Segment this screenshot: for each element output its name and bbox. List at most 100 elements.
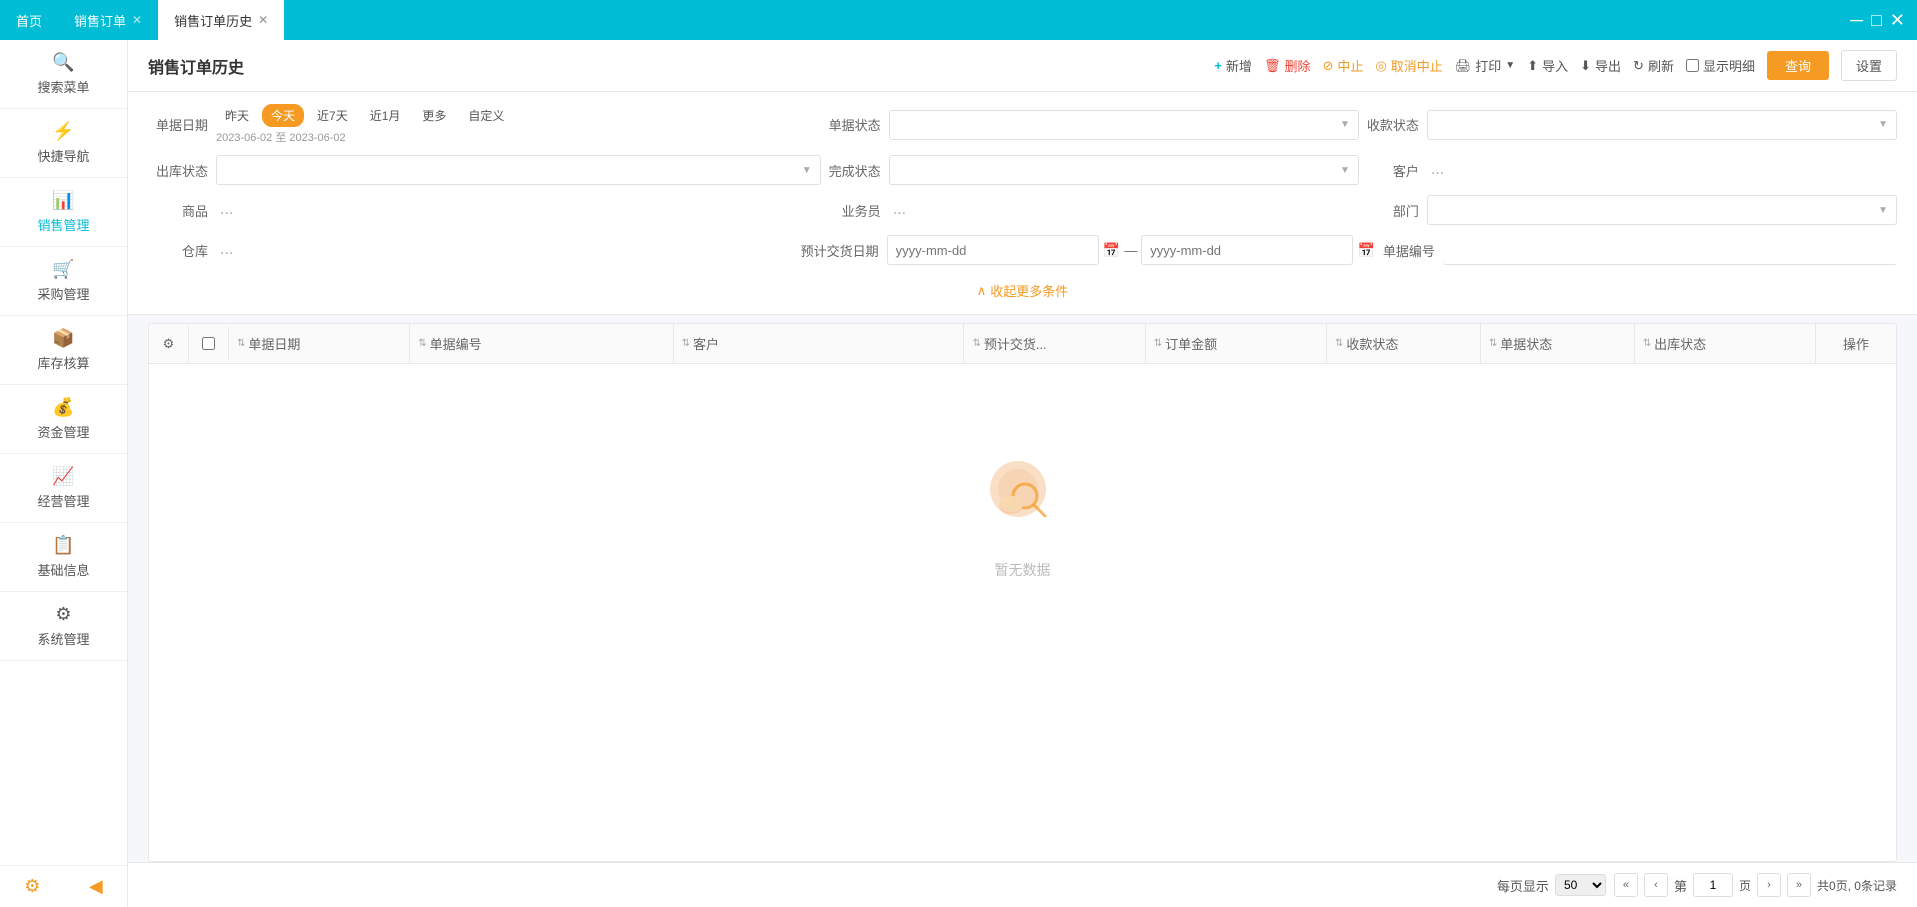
tab-sales-history-close[interactable]: ✕ [258,13,268,27]
th-checkbox[interactable] [189,327,229,360]
page-label-before: 第 [1674,876,1687,895]
delete-button[interactable]: 🗑 删除 [1264,56,1311,75]
filter-warehouse-status: 出库状态 ▼ [148,155,821,185]
sort-date-icon: ⇅ [237,338,245,349]
th-delivery[interactable]: ⇅ 预计交货... [964,324,1145,363]
cancel-stop-button[interactable]: ◎ 取消中止 [1375,56,1442,75]
th-no[interactable]: ⇅ 单据编号 [410,324,673,363]
tab-home[interactable]: 首页 [0,0,58,40]
sidebar-item-quick-nav-label: 快捷导航 [37,146,89,165]
salesperson-ellipsis[interactable]: ... [889,201,910,219]
sidebar-item-operations[interactable]: 📈 经营管理 [0,454,127,523]
filter-order-no: 单据编号 [1375,235,1897,265]
delete-label: 删除 [1284,56,1310,75]
th-order-status[interactable]: ⇅ 单据状态 [1481,324,1635,363]
warehouse-status-select[interactable]: ▼ [216,155,821,185]
filter-row-1: 单据日期 昨天 今天 近7天 近1月 更多 自定义 [148,104,1897,145]
collapse-row[interactable]: ∧ 收起更多条件 [148,275,1897,302]
order-no-input[interactable] [1443,235,1897,265]
goods-control: ... [216,201,821,219]
goods-ellipsis[interactable]: ... [216,201,237,219]
main-layout: 🔍 搜索菜单 ⚡ 快捷导航 📊 销售管理 🛒 采购管理 📦 库存核算 💰 资金管… [0,40,1917,907]
filter-row-3: 商品 ... 业务员 ... 部门 ▼ [148,195,1897,225]
sort-no-icon: ⇅ [418,338,426,349]
new-button[interactable]: + 新增 [1214,56,1252,75]
sidebar-item-inventory[interactable]: 📦 库存核算 [0,316,127,385]
export-button[interactable]: ⬇ 导出 [1580,56,1621,75]
sidebar-item-search[interactable]: 🔍 搜索菜单 [0,40,127,109]
date-btn-yesterday[interactable]: 昨天 [216,104,258,127]
th-customer[interactable]: ⇅ 客户 [674,324,965,363]
prev-page-button[interactable]: ‹ [1644,873,1668,897]
filter-warehouse-label: 仓库 [148,241,208,260]
tab-sales-history[interactable]: 销售订单历史 ✕ [158,0,284,40]
table-setting-icon[interactable]: ⚙ [163,336,175,352]
setting-button[interactable]: 设置 [1841,50,1897,81]
th-warehouse-status[interactable]: ⇅ 出库状态 [1635,324,1816,363]
sidebar-collapse-icon[interactable]: ◀ [89,876,103,897]
page-title: 销售订单历史 [148,54,1214,78]
stop-button[interactable]: ⊘ 中止 [1322,56,1363,75]
delivery-date-end[interactable] [1141,235,1353,265]
tab-sales-order-close[interactable]: ✕ [132,13,142,27]
filter-goods-label: 商品 [148,201,208,220]
filter-salesperson: 业务员 ... [821,201,1359,220]
sidebar-item-operations-label: 经营管理 [37,491,89,510]
delivery-date-end-icon[interactable]: 📅 [1357,242,1374,259]
date-btn-1month[interactable]: 近1月 [361,104,410,127]
th-setting[interactable]: ⚙ [149,326,189,362]
delivery-date-start[interactable] [887,235,1099,265]
sidebar-item-finance[interactable]: 💰 资金管理 [0,385,127,454]
minimize-icon[interactable]: ─ [1850,10,1863,31]
export-icon: ⬇ [1580,58,1591,74]
import-button[interactable]: ⬆ 导入 [1527,56,1568,75]
sidebar-item-quick-nav[interactable]: ⚡ 快捷导航 [0,109,127,178]
th-date[interactable]: ⇅ 单据日期 [229,324,410,363]
sidebar-item-system[interactable]: ⚙ 系统管理 [0,592,127,661]
th-warehouse-label: 出库状态 [1654,334,1706,353]
filter-date-top: 昨天 今天 近7天 近1月 更多 自定义 [216,104,521,127]
th-amount[interactable]: ⇅ 订单金额 [1146,324,1327,363]
date-btn-more[interactable]: 更多 [413,104,455,127]
refresh-button[interactable]: ↻ 刷新 [1633,56,1674,75]
page-number-input[interactable] [1693,873,1733,897]
display-toggle-checkbox[interactable] [1686,59,1699,72]
delivery-date-start-icon[interactable]: 📅 [1103,242,1120,259]
date-btn-today[interactable]: 今天 [262,104,304,127]
empty-icon [973,444,1073,544]
date-btn-7days[interactable]: 近7天 [308,104,357,127]
total-info: 共0页, 0条记录 [1817,877,1897,894]
next-page-button[interactable]: › [1757,873,1781,897]
select-all-checkbox[interactable] [202,337,215,350]
first-page-button[interactable]: « [1614,873,1638,897]
th-payment[interactable]: ⇅ 收款状态 [1327,324,1481,363]
department-select[interactable]: ▼ [1427,195,1897,225]
filter-date-label: 单据日期 [148,115,208,134]
page-size-dropdown[interactable]: 50 10 20 100 [1555,874,1606,896]
sidebar-item-basic-info-label: 基础信息 [37,560,89,579]
customer-control: ... [1427,161,1897,179]
maximize-icon[interactable]: □ [1871,10,1882,31]
date-btn-custom[interactable]: 自定义 [459,104,513,127]
sidebar-item-basic-info[interactable]: 📋 基础信息 [0,523,127,592]
page-size-select: 每页显示 50 10 20 100 [1497,874,1606,896]
sales-icon: 📊 [52,190,74,211]
last-page-button[interactable]: » [1787,873,1811,897]
complete-status-select[interactable]: ▼ [889,155,1359,185]
query-button[interactable]: 查询 [1767,51,1829,80]
th-operation-label: 操作 [1843,334,1869,353]
warehouse-ellipsis[interactable]: ... [216,241,237,259]
inventory-icon: 📦 [52,328,74,349]
customer-ellipsis[interactable]: ... [1427,161,1448,179]
tab-sales-order[interactable]: 销售订单 ✕ [58,0,158,40]
close-icon[interactable]: ✕ [1890,10,1905,31]
sidebar-item-purchase[interactable]: 🛒 采购管理 [0,247,127,316]
content-area: 销售订单历史 + 新增 🗑 删除 ⊘ 中止 ◎ 取消中止 [128,40,1917,907]
import-icon: ⬆ [1527,58,1538,74]
print-button[interactable]: 🖨 打印 ▼ [1455,56,1515,75]
sidebar-item-sales[interactable]: 📊 销售管理 [0,178,127,247]
sidebar-item-system-label: 系统管理 [37,629,89,648]
payment-status-select[interactable]: ▼ [1427,110,1897,140]
sidebar-settings-icon[interactable]: ⚙ [24,876,40,897]
order-status-select[interactable]: ▼ [889,110,1359,140]
